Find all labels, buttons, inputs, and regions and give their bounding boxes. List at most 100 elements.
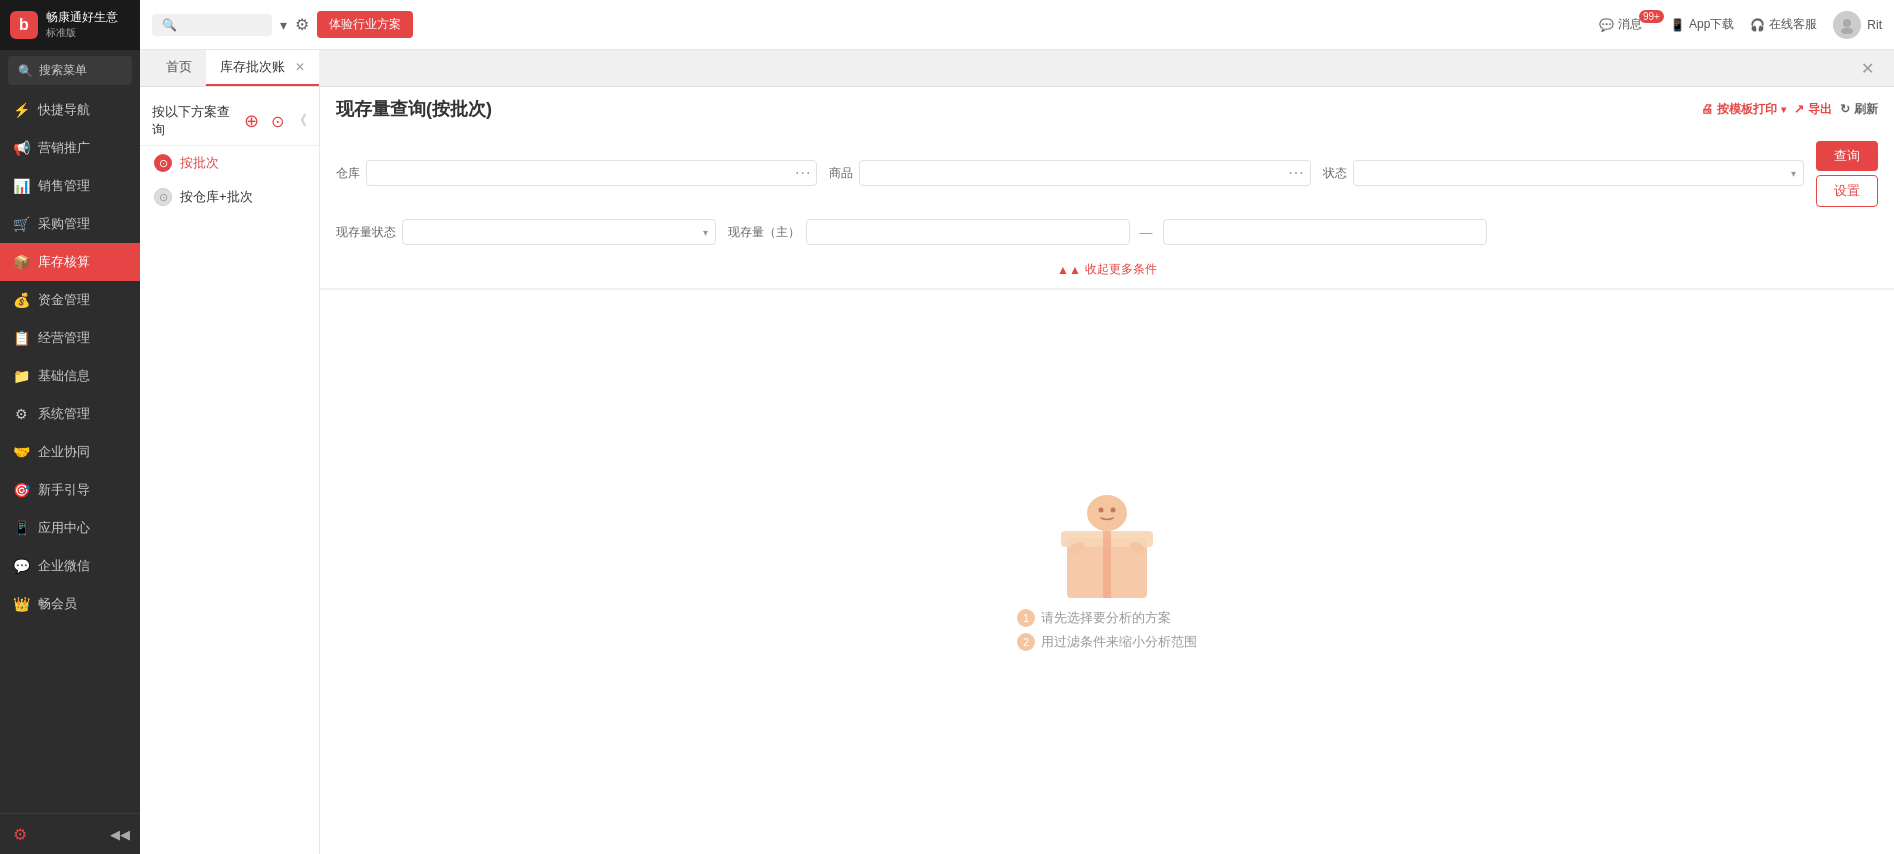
inventory-status-select-wrapper: 全部 有库存 无库存 ▾: [402, 219, 716, 245]
sidebar-item-appstore-label: 应用中心: [38, 519, 90, 537]
page-title: 现存量查询(按批次) 🖨 按模板打印 ▾ ↗ 导出 ↻: [336, 97, 1878, 121]
tab-bar: 首页 库存批次账 ✕ ✕: [140, 50, 1894, 87]
sidebar-item-quicknav[interactable]: ⚡ 快捷导航: [0, 91, 140, 129]
panel-item-batch[interactable]: ⊙ 按批次: [140, 146, 319, 180]
collapse-conditions-btn[interactable]: ▲▲ 收起更多条件: [336, 255, 1878, 284]
app-logo: b: [10, 11, 38, 39]
settings-button[interactable]: 设置: [1816, 175, 1878, 207]
tab-close-all-button[interactable]: ✕: [1853, 59, 1882, 78]
sidebar-item-enterprise-label: 企业协同: [38, 443, 90, 461]
app-subtitle: 标准版: [46, 26, 118, 40]
warehouse-input-wrapper: ···: [366, 160, 817, 186]
sidebar-item-operations[interactable]: 📋 经营管理: [0, 319, 140, 357]
basics-icon: 📁: [12, 367, 30, 385]
inventory-qty-label: 现存量（主）: [728, 224, 800, 241]
sidebar-item-purchase[interactable]: 🛒 采购管理: [0, 205, 140, 243]
panel-item-warehouse-batch[interactable]: ⊙ 按仓库+批次: [140, 180, 319, 214]
status-select[interactable]: 全部 正常 停用: [1353, 160, 1804, 186]
collapse-up-icon: ▲▲: [1057, 263, 1081, 277]
svg-point-6: [1099, 508, 1104, 513]
tab-batch[interactable]: 库存批次账 ✕: [206, 50, 319, 86]
member-icon: 👑: [12, 595, 30, 613]
sidebar-item-marketing[interactable]: 📢 营销推广: [0, 129, 140, 167]
panel-settings-button[interactable]: ⊙: [267, 111, 287, 131]
inventory-icon: 📦: [12, 253, 30, 271]
sidebar-settings-button[interactable]: ⚙: [10, 824, 30, 844]
sidebar-item-wechat[interactable]: 💬 企业微信: [0, 547, 140, 585]
header-message-btn[interactable]: 💬 消息 99+: [1599, 16, 1654, 33]
sidebar-item-appstore[interactable]: 📱 应用中心: [0, 509, 140, 547]
panel-header-title: 按以下方案查询: [152, 103, 235, 139]
sidebar-item-operations-label: 经营管理: [38, 329, 90, 347]
refresh-label: 刷新: [1854, 101, 1878, 118]
export-icon: ↗: [1794, 102, 1804, 116]
sidebar-item-enterprise[interactable]: 🤝 企业协同: [0, 433, 140, 471]
system-icon: ⚙: [12, 405, 30, 423]
panel-item-batch-label: 按批次: [180, 154, 219, 172]
title-actions: 🖨 按模板打印 ▾ ↗ 导出 ↻ 刷新: [1701, 101, 1878, 118]
query-button[interactable]: 查询: [1816, 141, 1878, 171]
sidebar-item-basics[interactable]: 📁 基础信息: [0, 357, 140, 395]
warehouse-dots[interactable]: ···: [795, 164, 811, 182]
inventory-qty-field: 现存量（主） —: [728, 219, 1487, 245]
header-search-box[interactable]: 🔍: [152, 14, 272, 36]
sidebar-item-sales[interactable]: 📊 销售管理: [0, 167, 140, 205]
sidebar-item-finance[interactable]: 💰 资金管理: [0, 281, 140, 319]
panel-item-warehouse-batch-label: 按仓库+批次: [180, 188, 253, 206]
app-title-group: 畅康通好生意 标准版: [46, 10, 118, 40]
print-label: 按模板打印: [1717, 101, 1777, 118]
newbie-icon: 🎯: [12, 481, 30, 499]
panel-add-button[interactable]: ⊕: [241, 111, 261, 131]
sidebar-collapse-button[interactable]: ◀◀: [110, 824, 130, 844]
sidebar-header: b 畅康通好生意 标准版: [0, 0, 140, 50]
svg-rect-4: [1103, 531, 1111, 598]
empty-state: 1 请先选择要分析的方案 2 用过滤条件来缩小分析范围: [320, 290, 1894, 854]
header-app-download-btn[interactable]: 📱 App下载: [1670, 16, 1734, 33]
tab-batch-close[interactable]: ✕: [295, 60, 305, 74]
product-input-wrapper: ···: [859, 160, 1310, 186]
sidebar-item-finance-label: 资金管理: [38, 291, 90, 309]
empty-hint-2: 2 用过滤条件来缩小分析范围: [1017, 633, 1197, 651]
header-gear-button[interactable]: ⚙: [295, 15, 309, 34]
operations-icon: 📋: [12, 329, 30, 347]
inventory-qty-max-input[interactable]: [1163, 219, 1487, 245]
warehouse-input[interactable]: [366, 160, 817, 186]
header-app-label: App下载: [1689, 16, 1734, 33]
sidebar-item-member-label: 畅会员: [38, 595, 77, 613]
sidebar-item-system[interactable]: ⚙ 系统管理: [0, 395, 140, 433]
empty-icon: [1047, 493, 1167, 593]
quicknav-icon: ⚡: [12, 101, 30, 119]
refresh-icon: ↻: [1840, 102, 1850, 116]
panel-collapse-button[interactable]: 《: [293, 112, 307, 130]
header-service-label: 在线客服: [1769, 16, 1817, 33]
tab-home[interactable]: 首页: [152, 50, 206, 86]
status-label: 状态: [1323, 165, 1347, 182]
sidebar-nav: ⚡ 快捷导航 📢 营销推广 📊 销售管理 🛒 采购管理 📦 库存核算 💰 资金管…: [0, 91, 140, 813]
warehouse-field: 仓库 ···: [336, 160, 817, 186]
print-action[interactable]: 🖨 按模板打印 ▾: [1701, 101, 1786, 118]
sidebar-search[interactable]: 🔍 搜索菜单: [8, 56, 132, 85]
product-input[interactable]: [859, 160, 1310, 186]
main-area: 🔍 ▾ ⚙ 体验行业方案 💬 消息 99+ 📱 App下载 🎧 在线客服: [140, 0, 1894, 854]
sidebar-search-label: 搜索菜单: [39, 62, 87, 79]
refresh-action[interactable]: ↻ 刷新: [1840, 101, 1878, 118]
inventory-status-select[interactable]: 全部 有库存 无库存: [402, 219, 716, 245]
sidebar-item-inventory[interactable]: 📦 库存核算: [0, 243, 140, 281]
sidebar-item-member[interactable]: 👑 畅会员: [0, 585, 140, 623]
header-dropdown-button[interactable]: ▾: [280, 17, 287, 33]
header-user-btn[interactable]: Rit: [1833, 11, 1882, 39]
inventory-qty-min-input[interactable]: [806, 219, 1130, 245]
sidebar-item-newbie[interactable]: 🎯 新手引导: [0, 471, 140, 509]
batch-icon: ⊙: [154, 154, 172, 172]
product-dots[interactable]: ···: [1288, 164, 1304, 182]
export-action[interactable]: ↗ 导出: [1794, 101, 1832, 118]
sidebar-item-purchase-label: 采购管理: [38, 215, 90, 233]
header-trial-button[interactable]: 体验行业方案: [317, 11, 413, 38]
header-service-btn[interactable]: 🎧 在线客服: [1750, 16, 1817, 33]
query-header: 现存量查询(按批次) 🖨 按模板打印 ▾ ↗ 导出 ↻: [320, 87, 1894, 289]
hint-num-2: 2: [1017, 633, 1035, 651]
sidebar: b 畅康通好生意 标准版 🔍 搜索菜单 ⚡ 快捷导航 📢 营销推广 📊 销售管理…: [0, 0, 140, 854]
top-header: 🔍 ▾ ⚙ 体验行业方案 💬 消息 99+ 📱 App下载 🎧 在线客服: [140, 0, 1894, 50]
hint-text-2: 用过滤条件来缩小分析范围: [1041, 633, 1197, 651]
phone-icon: 📱: [1670, 18, 1685, 32]
